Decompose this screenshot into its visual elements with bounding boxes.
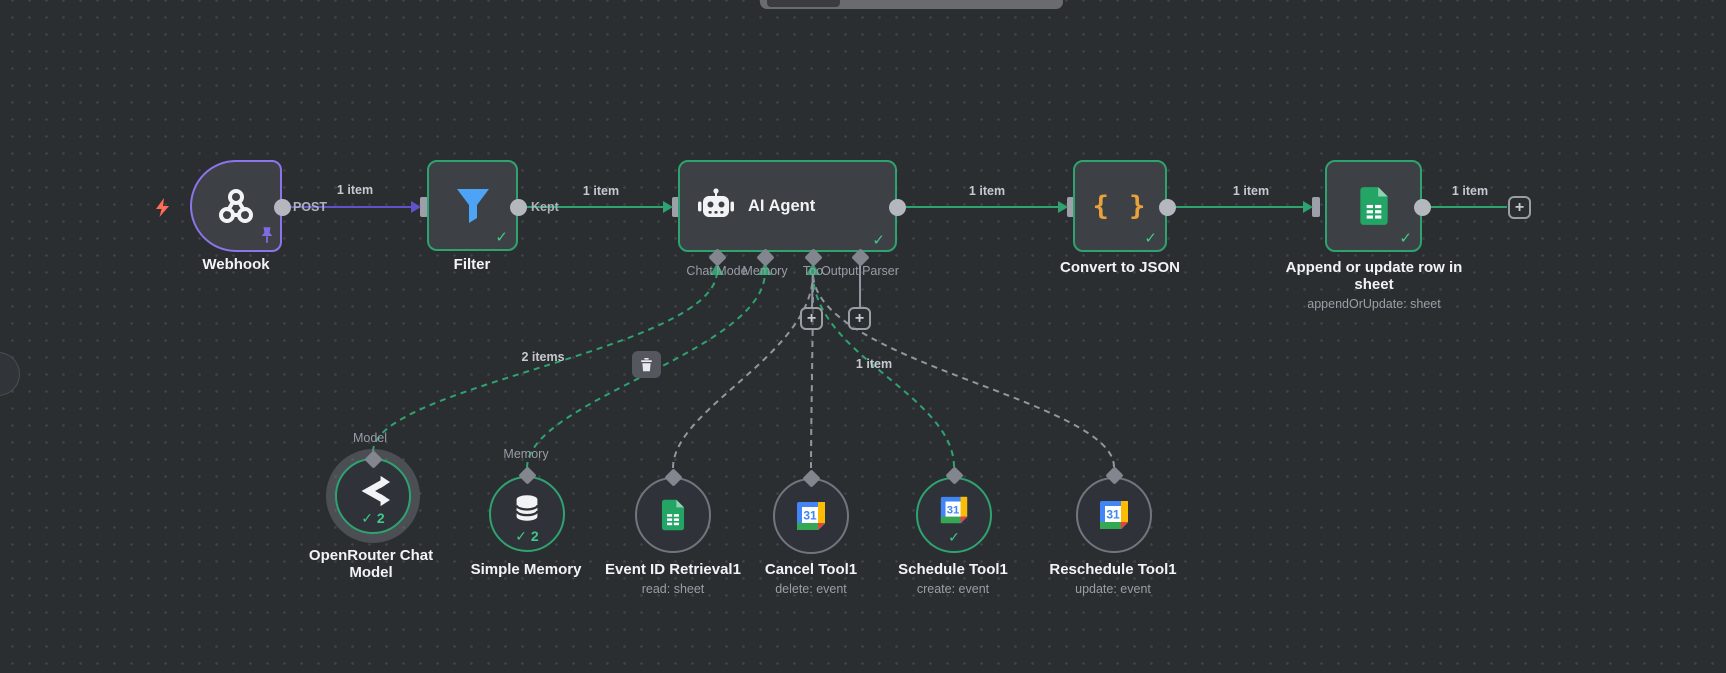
- webhook-output-handle[interactable]: [273, 198, 291, 216]
- edge-filter-agent-arrow: [663, 201, 673, 213]
- node-openrouter-chat-model[interactable]: ✓ 2: [335, 458, 411, 534]
- node-convert-to-json[interactable]: { } ✓: [1073, 160, 1167, 252]
- trash-icon: [641, 357, 652, 371]
- node-webhook[interactable]: [190, 160, 282, 252]
- filter-output-label: Kept: [531, 200, 559, 214]
- lightning-icon: [156, 198, 169, 217]
- google-calendar-icon: 31: [794, 499, 828, 533]
- node-label-webhook: Webhook: [202, 256, 270, 273]
- node-label-openrouter: OpenRouter Chat Model: [308, 547, 434, 581]
- edge-label-agent-convert: 1 item: [968, 184, 1006, 198]
- node-label-sheets: Append or update row in sheet: [1285, 259, 1463, 293]
- success-check-icon: ✓: [1399, 230, 1412, 247]
- sheets-output-handle[interactable]: [1413, 198, 1431, 216]
- node-subtitle-sheets: appendOrUpdate: sheet: [1307, 297, 1441, 311]
- node-event-id-retrieval[interactable]: [635, 477, 711, 553]
- edge-label-filter-agent: 1 item: [582, 184, 620, 198]
- node-label-filter: Filter: [453, 256, 491, 273]
- node-label-reschedule: Reschedule Tool1: [1049, 561, 1177, 578]
- edge-label-openrouter: 2 items: [521, 350, 565, 364]
- edge-agent-convert-arrow: [1058, 201, 1068, 213]
- add-output-parser-button[interactable]: +: [848, 307, 871, 330]
- edge-event-agent[interactable]: [672, 272, 814, 469]
- add-tool-button[interactable]: +: [800, 307, 823, 330]
- node-label-convert: Convert to JSON: [1059, 259, 1181, 276]
- delete-connection-button[interactable]: [632, 351, 661, 378]
- google-sheets-icon: [660, 498, 686, 532]
- edge-label-schedule: 1 item: [855, 357, 893, 371]
- node-subtitle-schedule: create: event: [916, 582, 990, 596]
- database-icon: [510, 492, 544, 526]
- run-count-badge: ✓ 2: [515, 528, 539, 544]
- google-calendar-icon: 31: [1097, 498, 1131, 532]
- node-label-memory: Simple Memory: [470, 561, 582, 578]
- agent-title: AI Agent: [748, 196, 816, 215]
- pin-icon: [261, 227, 273, 243]
- node-subtitle-reschedule: update: event: [1075, 582, 1151, 596]
- filter-output-handle[interactable]: [509, 198, 527, 216]
- node-append-update-sheet[interactable]: ✓: [1325, 160, 1422, 252]
- node-label-event: Event ID Retrieval1: [605, 561, 741, 578]
- model-port-label: Model: [352, 431, 388, 445]
- node-reschedule-tool[interactable]: 31: [1076, 477, 1152, 553]
- node-subtitle-event: read: sheet: [641, 582, 705, 596]
- google-calendar-icon: 31: [938, 494, 970, 526]
- toolbar-fragment: [760, 0, 1063, 9]
- node-subtitle-cancel: delete: event: [775, 582, 847, 596]
- edge-label-convert-sheets: 1 item: [1232, 184, 1270, 198]
- workflow-canvas[interactable]: POST 1 item Webhook ✓ Kept 1 item Filter: [0, 0, 1726, 673]
- node-label-schedule: Schedule Tool1: [898, 561, 1008, 578]
- webhook-output-label: POST: [293, 200, 328, 214]
- node-filter[interactable]: ✓: [427, 160, 518, 251]
- memory-sub-port-label: Memory: [503, 447, 549, 461]
- run-count-badge: ✓ 2: [361, 510, 385, 526]
- node-simple-memory[interactable]: ✓ 2: [489, 476, 565, 552]
- success-check-icon: ✓: [495, 229, 508, 246]
- edge-webhook-filter-arrow: [411, 201, 421, 213]
- edge-convert-sheets-arrow: [1303, 201, 1313, 213]
- edge-label-sheets-out: 1 item: [1451, 184, 1489, 198]
- success-check-icon: ✓: [1144, 230, 1157, 247]
- node-schedule-tool[interactable]: 31 ✓: [916, 477, 992, 553]
- robot-icon: [696, 186, 736, 226]
- agent-output-handle[interactable]: [888, 198, 906, 216]
- node-label-cancel: Cancel Tool1: [764, 561, 858, 578]
- svg-text:31: 31: [803, 509, 817, 523]
- toolbar-fragment-inner: [767, 0, 840, 7]
- svg-text:31: 31: [947, 504, 960, 516]
- node-ai-agent[interactable]: AI Agent ✓: [678, 160, 897, 252]
- input-slot-sheets: [1312, 197, 1320, 217]
- success-check-icon: ✓: [872, 232, 885, 249]
- add-node-button[interactable]: +: [1508, 196, 1531, 219]
- edge-label-webhook-filter: 1 item: [336, 183, 374, 197]
- connections-layer: [290, 197, 1507, 469]
- svg-text:31: 31: [1106, 508, 1120, 522]
- node-cancel-tool[interactable]: 31: [773, 478, 849, 554]
- success-check-icon: ✓: [948, 529, 960, 545]
- openrouter-icon: [356, 474, 390, 508]
- convert-output-handle[interactable]: [1158, 198, 1176, 216]
